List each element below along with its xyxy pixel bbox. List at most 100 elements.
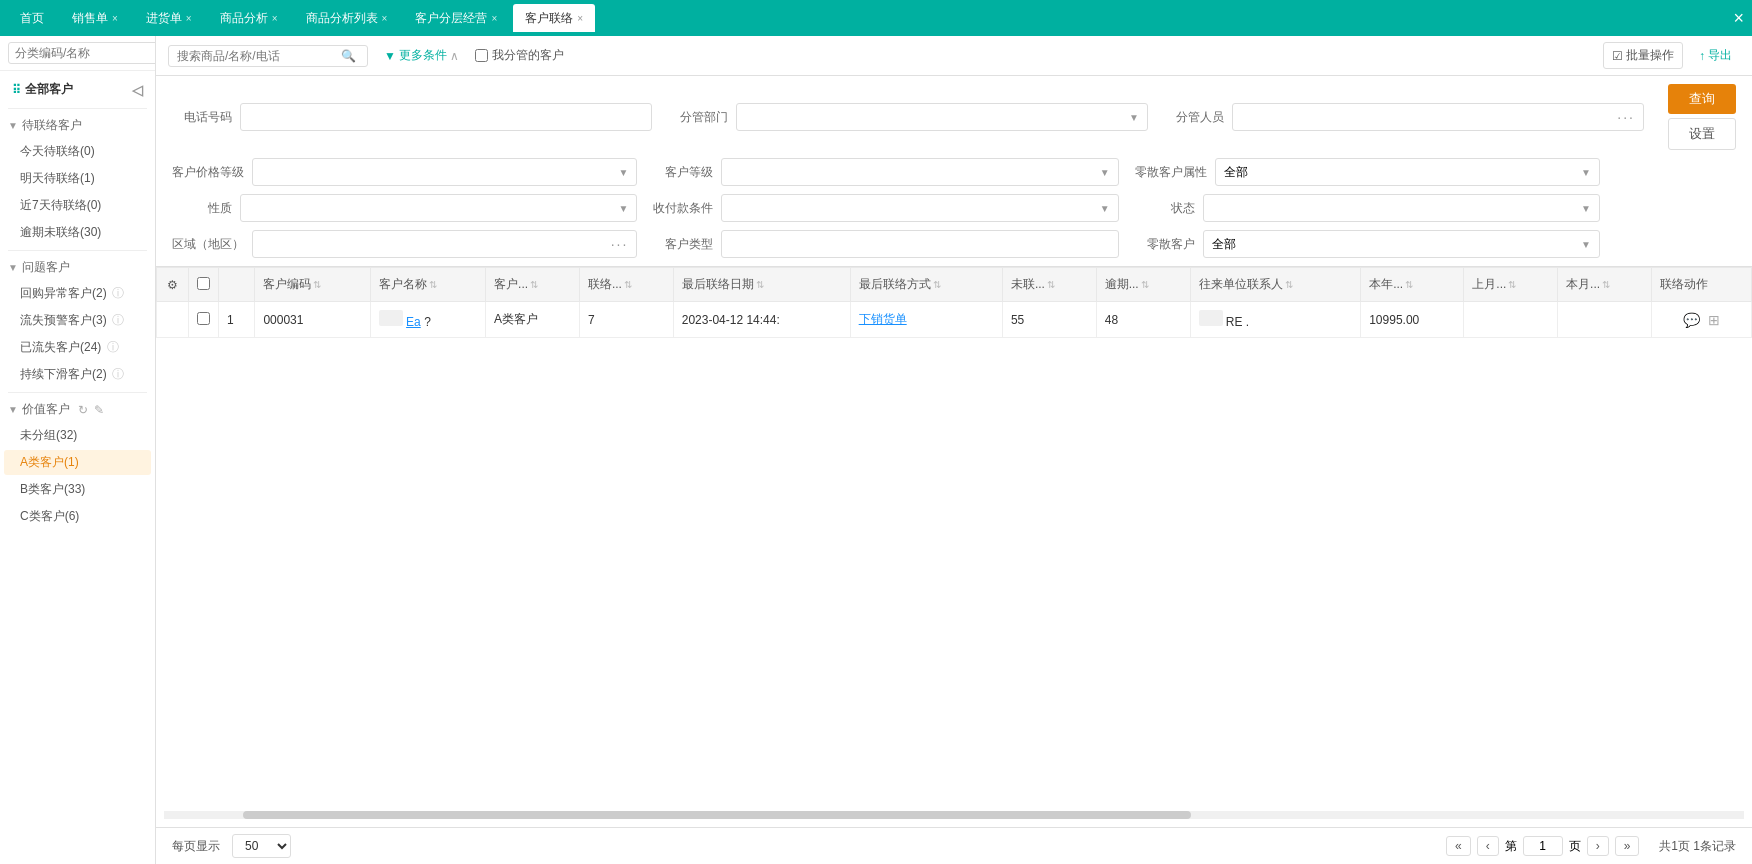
retail-attr-dropdown[interactable]: 全部 ▼: [1215, 158, 1600, 186]
manager-input[interactable]: ···: [1232, 103, 1644, 131]
batch-operation-button[interactable]: ☑ 批量操作: [1603, 42, 1683, 69]
chat-action-icon[interactable]: 💬: [1683, 312, 1700, 328]
current-page-input[interactable]: [1523, 836, 1563, 856]
tab-product-analysis-list-close[interactable]: ×: [382, 13, 388, 24]
sidebar-item-ungrouped[interactable]: 未分组(32): [4, 423, 151, 448]
customer-level-label: 客户等级: [653, 164, 713, 181]
tab-purchase-close[interactable]: ×: [186, 13, 192, 24]
customer-table: ⚙ 客户编码⇅ 客户名称⇅ 客户...⇅ 联络...⇅: [156, 267, 1752, 338]
customer-type-input[interactable]: [721, 230, 1118, 258]
filter-nature: 性质 ▼: [172, 194, 637, 222]
th-this-year[interactable]: 本年...⇅: [1361, 268, 1464, 302]
tab-product-analysis-list[interactable]: 商品分析列表 ×: [294, 4, 400, 32]
th-settings[interactable]: ⚙: [157, 268, 189, 302]
sidebar-item-today-pending[interactable]: 今天待联络(0): [4, 139, 151, 164]
tab-customer-contact[interactable]: 客户联络 ×: [513, 4, 595, 32]
close-all-tabs[interactable]: ×: [1733, 9, 1744, 27]
tab-customer-segment-label: 客户分层经营: [415, 10, 487, 27]
prev-page-btn[interactable]: ‹: [1477, 836, 1499, 856]
row-checkbox[interactable]: [197, 312, 210, 325]
sidebar-item-b-class[interactable]: B类客户(33): [4, 477, 151, 502]
first-page-btn[interactable]: «: [1446, 836, 1471, 856]
sidebar-group-pending[interactable]: ▼ 待联络客户: [0, 113, 155, 138]
last-contact-method-link[interactable]: 下销货单: [859, 312, 907, 326]
dept-dropdown[interactable]: ▼: [736, 103, 1148, 131]
sidebar-item-churn-warning[interactable]: 流失预警客户(3) ⓘ: [4, 308, 151, 333]
price-level-dropdown[interactable]: ▼: [252, 158, 637, 186]
page-size-select[interactable]: 20 50 100: [232, 834, 291, 858]
th-type[interactable]: 客户...⇅: [486, 268, 580, 302]
sidebar-search-area: 🔍: [0, 36, 155, 71]
refresh-icon[interactable]: ↻: [78, 403, 88, 417]
tab-product-analysis-close[interactable]: ×: [272, 13, 278, 24]
last-page-btn[interactable]: »: [1615, 836, 1640, 856]
sidebar-item-c-class[interactable]: C类客户(6): [4, 504, 151, 529]
filter-search-icon[interactable]: 🔍: [341, 49, 356, 63]
sidebar-group-problem[interactable]: ▼ 问题客户: [0, 255, 155, 280]
my-customers-filter[interactable]: 我分管的客户: [475, 47, 564, 64]
sidebar-item-week-pending[interactable]: 近7天待联络(0): [4, 193, 151, 218]
th-code[interactable]: 客户编码⇅: [255, 268, 370, 302]
sidebar-item-repurchase-abnormal[interactable]: 回购异常客户(2) ⓘ: [4, 281, 151, 306]
retail-customer-dropdown[interactable]: 全部 ▼: [1203, 230, 1600, 258]
sidebar-search-input[interactable]: [8, 42, 156, 64]
status-dropdown[interactable]: ▼: [1203, 194, 1600, 222]
sidebar-item-overdue-contact[interactable]: 逾期未联络(30): [4, 220, 151, 245]
select-all-checkbox[interactable]: [197, 277, 210, 290]
tab-purchase[interactable]: 进货单 ×: [134, 4, 204, 32]
th-no-contact[interactable]: 未联...⇅: [1002, 268, 1096, 302]
th-overdue[interactable]: 逾期...⇅: [1096, 268, 1190, 302]
nature-dropdown[interactable]: ▼: [240, 194, 637, 222]
sidebar-all-customers[interactable]: ⠿ 全部客户 ◁: [8, 77, 147, 102]
scroll-thumb[interactable]: [243, 811, 1191, 819]
td-row-checkbox[interactable]: [189, 302, 219, 338]
filter-search-input[interactable]: [177, 49, 337, 63]
pagination: « ‹ 第 页 › »: [1446, 836, 1639, 856]
filter-more-conditions[interactable]: ▼ 更多条件 ∧: [376, 44, 467, 67]
td-no-contact: 55: [1002, 302, 1096, 338]
my-customers-checkbox[interactable]: [475, 49, 488, 62]
tab-home[interactable]: 首页: [8, 4, 56, 32]
grid-action-icon[interactable]: ⊞: [1708, 312, 1720, 328]
sidebar-item-declining[interactable]: 持续下滑客户(2) ⓘ: [4, 362, 151, 387]
query-button[interactable]: 查询: [1668, 84, 1736, 114]
setting-button[interactable]: 设置: [1668, 118, 1736, 150]
scroll-track[interactable]: [164, 811, 1744, 819]
tab-customer-segment-close[interactable]: ×: [491, 13, 497, 24]
help-icon-4: ⓘ: [112, 367, 124, 381]
tab-sales-close[interactable]: ×: [112, 13, 118, 24]
sidebar-group-value[interactable]: ▼ 价值客户 ↻ ✎: [0, 397, 155, 422]
td-last-contact-method[interactable]: 下销货单: [850, 302, 1002, 338]
tab-product-analysis[interactable]: 商品分析 ×: [208, 4, 290, 32]
region-input[interactable]: ···: [252, 230, 637, 258]
sidebar-item-churned[interactable]: 已流失客户(24) ⓘ: [4, 335, 151, 360]
sidebar-item-a-class[interactable]: A类客户(1): [4, 450, 151, 475]
th-last-month[interactable]: 上月...⇅: [1464, 268, 1558, 302]
sort-contact-icon: ⇅: [624, 279, 632, 290]
customer-name[interactable]: Ea: [406, 315, 421, 329]
collapse-sidebar-icon[interactable]: ◁: [132, 82, 143, 98]
export-button[interactable]: ↑ 导出: [1691, 43, 1740, 68]
customer-level-dropdown[interactable]: ▼: [721, 158, 1118, 186]
unit-contact-text: RE .: [1226, 315, 1249, 329]
filter-row-2: 客户价格等级 ▼ 客户等级 ▼ 零散客户属性 全部 ▼: [172, 158, 1736, 186]
phone-input[interactable]: [240, 103, 652, 131]
th-last-contact-date[interactable]: 最后联络日期⇅: [673, 268, 850, 302]
filter-price-level: 客户价格等级 ▼: [172, 158, 637, 186]
tab-customer-segment[interactable]: 客户分层经营 ×: [403, 4, 509, 32]
th-this-month[interactable]: 本月...⇅: [1558, 268, 1652, 302]
tab-customer-contact-close[interactable]: ×: [577, 13, 583, 24]
sort-date-icon: ⇅: [756, 279, 764, 290]
filter-icon: ▼: [384, 49, 396, 63]
edit-icon[interactable]: ✎: [94, 403, 104, 417]
th-unit-contact[interactable]: 往来单位联系人⇅: [1190, 268, 1361, 302]
next-page-btn[interactable]: ›: [1587, 836, 1609, 856]
payment-dropdown[interactable]: ▼: [721, 194, 1118, 222]
th-checkbox[interactable]: [189, 268, 219, 302]
horizontal-scroll[interactable]: [156, 803, 1752, 827]
th-last-contact-method[interactable]: 最后联络方式⇅: [850, 268, 1002, 302]
th-name[interactable]: 客户名称⇅: [370, 268, 485, 302]
th-contact-count[interactable]: 联络...⇅: [579, 268, 673, 302]
tab-sales[interactable]: 销售单 ×: [60, 4, 130, 32]
sidebar-item-tomorrow-pending[interactable]: 明天待联络(1): [4, 166, 151, 191]
